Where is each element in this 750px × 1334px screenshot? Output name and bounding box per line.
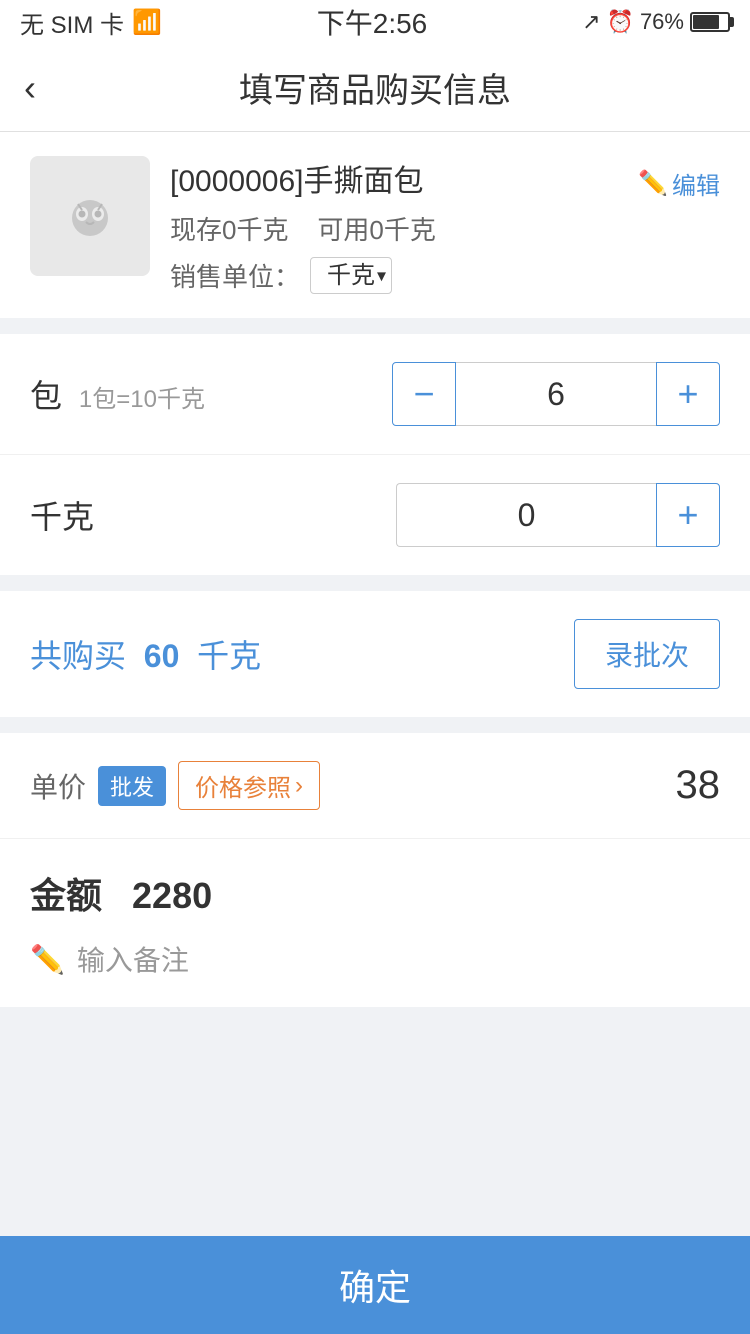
wifi-icon: 📶 [132, 8, 162, 37]
edit-icon: ✏️ [638, 169, 668, 198]
total-row: 共购买 60 千克 录批次 [0, 591, 750, 717]
confirm-button[interactable]: 确定 [0, 1236, 750, 1334]
price-section: 单价 批发 价格参照 › 38 [0, 733, 750, 839]
batch-button[interactable]: 录批次 [574, 619, 720, 689]
edit-button[interactable]: ✏️ 编辑 [638, 166, 720, 201]
product-info: [0000006]手撕面包 ✏️ 编辑 现存0千克 可用0千克 销售单位： 千克 [170, 156, 720, 294]
kilogram-controls: + [396, 483, 720, 547]
note-placeholder: 输入备注 [77, 939, 189, 979]
kilogram-label: 千克 [30, 492, 396, 538]
unit-select-wrapper[interactable]: 千克 [310, 257, 392, 294]
kilogram-row: 千克 + [0, 455, 750, 575]
price-left: 单价 批发 价格参照 › [30, 761, 320, 810]
package-decrease-button[interactable]: − [392, 362, 456, 426]
price-label: 单价 [30, 766, 86, 806]
note-row[interactable]: ✏️ 输入备注 [30, 939, 720, 979]
nav-bar: ‹ 填写商品购买信息 [0, 44, 750, 132]
total-amount: 60 [144, 638, 180, 674]
carrier-text: 无 SIM 卡 [20, 5, 124, 40]
battery-icon [690, 12, 730, 32]
amount-section: 金额 2280 ✏️ 输入备注 [0, 839, 750, 1007]
status-bar: 无 SIM 卡 📶 下午2:56 ↗ ⏰ 76% [0, 0, 750, 44]
package-row: 包 1包=10千克 − + [0, 334, 750, 455]
status-right: ↗ ⏰ 76% [582, 9, 730, 35]
amount-row: 金额 2280 [30, 867, 720, 919]
price-tag: 批发 [98, 766, 166, 806]
battery-text: 76% [640, 9, 684, 35]
product-stock: 现存0千克 可用0千克 [170, 210, 720, 247]
package-label: 包 1包=10千克 [30, 371, 392, 417]
back-button[interactable]: ‹ [24, 67, 36, 109]
product-logo-icon [60, 186, 120, 246]
alarm-icon: ⏰ [607, 9, 634, 35]
package-increase-button[interactable]: + [656, 362, 720, 426]
confirm-button-label: 确定 [339, 1259, 411, 1311]
price-row: 单价 批发 价格参照 › 38 [30, 761, 720, 810]
kilogram-input[interactable] [396, 483, 656, 547]
kilogram-increase-button[interactable]: + [656, 483, 720, 547]
amount-value: 2280 [132, 875, 212, 916]
unit-select[interactable]: 千克 [310, 257, 392, 294]
price-value: 38 [676, 763, 721, 808]
page-title: 填写商品购买信息 [239, 63, 511, 112]
price-ref-button[interactable]: 价格参照 › [178, 761, 320, 810]
product-card: [0000006]手撕面包 ✏️ 编辑 现存0千克 可用0千克 销售单位： 千克 [0, 132, 750, 318]
product-image [30, 156, 150, 276]
product-name: [0000006]手撕面包 [170, 156, 423, 200]
total-text: 共购买 60 千克 [30, 631, 261, 677]
package-controls: − + [392, 362, 720, 426]
status-carrier: 无 SIM 卡 📶 [20, 5, 162, 40]
package-sub-label: 1包=10千克 [79, 386, 205, 413]
pencil-icon: ✏️ [30, 943, 65, 976]
location-icon: ↗ [582, 9, 600, 35]
status-time: 下午2:56 [317, 2, 428, 42]
price-ref-arrow: › [295, 772, 303, 800]
package-input[interactable] [456, 362, 656, 426]
product-unit-row: 销售单位： 千克 [170, 257, 720, 294]
quantity-section: 包 1包=10千克 − + 千克 + [0, 334, 750, 575]
